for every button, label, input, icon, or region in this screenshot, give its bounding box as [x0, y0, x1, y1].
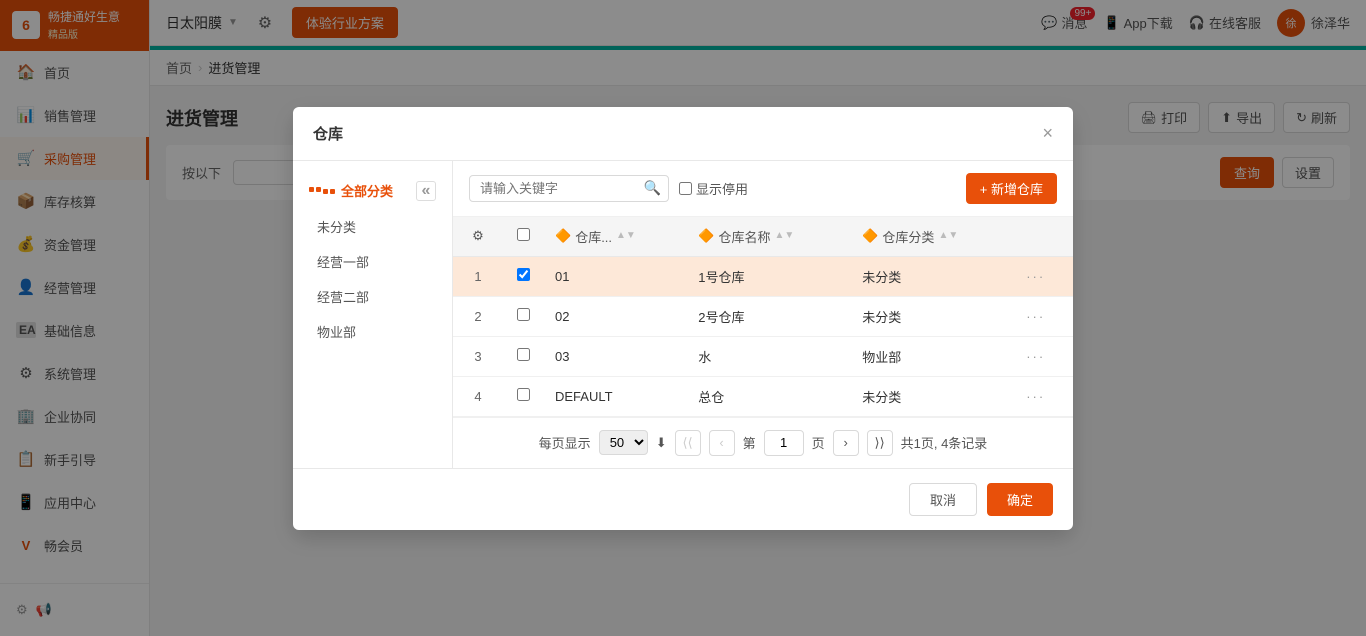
sort-arrows[interactable]: ▲▼ — [616, 232, 636, 240]
sort-arrows3[interactable]: ▲▼ — [938, 232, 958, 240]
row-actions[interactable]: ··· — [1014, 376, 1073, 416]
first-page-btn[interactable]: ⟨⟨ — [675, 430, 701, 456]
show-disabled-checkbox[interactable] — [679, 182, 692, 195]
last-page-btn[interactable]: ⟩⟩ — [867, 430, 893, 456]
sort-icon2: 🔶 — [698, 228, 714, 244]
row-category: 未分类 — [850, 376, 1014, 416]
row-code: DEFAULT — [543, 376, 686, 416]
table-row[interactable]: 4 DEFAULT 总仓 未分类 ··· — [453, 376, 1073, 416]
cancel-btn[interactable]: 取消 — [909, 483, 977, 516]
modal-title: 仓库 — [313, 123, 343, 144]
row-actions[interactable]: ··· — [1014, 256, 1073, 296]
modal-overlay[interactable]: 仓库 × 全部分类 « 未分类 经营一部 经营二部 物业部 — [0, 0, 1366, 636]
table-header-row: ⚙ 🔶 仓库... ▲▼ — [453, 217, 1073, 257]
pagination: 每页显示 50 ⬇ ⟨⟨ ‹ 第 页 › ⟩⟩ 共1页, 4条记录 — [453, 417, 1073, 468]
all-categories-btn[interactable]: 全部分类 « — [293, 173, 452, 209]
page-prefix: 第 — [743, 433, 756, 452]
confirm-btn[interactable]: 确定 — [987, 483, 1053, 516]
sort-arrows2[interactable]: ▲▼ — [774, 232, 794, 240]
row-category: 物业部 — [850, 336, 1014, 376]
row-code: 01 — [543, 256, 686, 296]
add-warehouse-btn[interactable]: + 新增仓库 — [966, 173, 1057, 204]
table-row[interactable]: 1 01 1号仓库 未分类 ··· — [453, 256, 1073, 296]
all-categories-label: 全部分类 — [341, 181, 393, 200]
category-item-uncategorized[interactable]: 未分类 — [293, 209, 452, 244]
row-name: 总仓 — [686, 376, 850, 416]
row-code: 02 — [543, 296, 686, 336]
page-number-input[interactable] — [764, 430, 804, 456]
collapse-btn[interactable]: « — [416, 181, 436, 201]
search-wrap: 🔍 — [469, 175, 669, 202]
row-name: 2号仓库 — [686, 296, 850, 336]
select-all-checkbox[interactable] — [517, 228, 530, 241]
modal-close-btn[interactable]: × — [1042, 124, 1053, 142]
row-number: 2 — [453, 296, 503, 336]
next-page-btn[interactable]: › — [833, 430, 859, 456]
category-item-ops1[interactable]: 经营一部 — [293, 244, 452, 279]
table-row[interactable]: 2 02 2号仓库 未分类 ··· — [453, 296, 1073, 336]
category-panel: 全部分类 « 未分类 经营一部 经营二部 物业部 — [293, 161, 453, 468]
row-name: 水 — [686, 336, 850, 376]
row-checkbox[interactable] — [517, 308, 530, 321]
warehouse-table: ⚙ 🔶 仓库... ▲▼ — [453, 217, 1073, 417]
search-icon[interactable]: 🔍 — [644, 180, 661, 197]
category-item-property[interactable]: 物业部 — [293, 314, 452, 349]
modal-header: 仓库 × — [293, 107, 1073, 161]
col-name: 🔶 仓库名称 ▲▼ — [686, 217, 850, 257]
row-category: 未分类 — [850, 256, 1014, 296]
category-item-ops2[interactable]: 经营二部 — [293, 279, 452, 314]
table-row[interactable]: 3 03 水 物业部 ··· — [453, 336, 1073, 376]
sort-icon-text: ⬇ — [656, 435, 667, 451]
gear-icon[interactable]: ⚙ — [472, 228, 484, 243]
modal-body: 全部分类 « 未分类 经营一部 经营二部 物业部 🔍 — [293, 161, 1073, 468]
grid-icon — [309, 187, 335, 194]
col-actions-header — [1014, 217, 1073, 257]
row-checkbox-cell[interactable] — [503, 256, 543, 296]
col-category: 🔶 仓库分类 ▲▼ — [850, 217, 1014, 257]
prev-page-btn[interactable]: ‹ — [709, 430, 735, 456]
row-more-actions[interactable]: ··· — [1026, 269, 1045, 284]
row-actions[interactable]: ··· — [1014, 336, 1073, 376]
col-checkbox — [503, 217, 543, 257]
row-more-actions[interactable]: ··· — [1026, 349, 1045, 364]
sort-icon: 🔶 — [555, 228, 571, 244]
show-disabled-toggle[interactable]: 显示停用 — [679, 179, 748, 198]
row-more-actions[interactable]: ··· — [1026, 309, 1045, 324]
row-checkbox-cell[interactable] — [503, 296, 543, 336]
per-page-select[interactable]: 50 — [599, 430, 648, 455]
col-code: 🔶 仓库... ▲▼ — [543, 217, 686, 257]
row-checkbox[interactable] — [517, 388, 530, 401]
row-checkbox[interactable] — [517, 268, 530, 281]
right-panel: 🔍 显示停用 + 新增仓库 ⚙ — [453, 161, 1073, 468]
sort-icon3: 🔶 — [862, 228, 878, 244]
modal-footer: 取消 确定 — [293, 468, 1073, 530]
page-suffix: 页 — [812, 433, 825, 452]
row-checkbox[interactable] — [517, 348, 530, 361]
warehouse-table-wrap: ⚙ 🔶 仓库... ▲▼ — [453, 217, 1073, 417]
row-actions[interactable]: ··· — [1014, 296, 1073, 336]
col-gear: ⚙ — [453, 217, 503, 257]
row-number: 3 — [453, 336, 503, 376]
total-info: 共1页, 4条记录 — [901, 433, 988, 452]
row-number: 4 — [453, 376, 503, 416]
warehouse-search-input[interactable] — [469, 175, 669, 202]
show-disabled-label: 显示停用 — [696, 179, 748, 198]
per-page-label: 每页显示 — [539, 433, 591, 452]
warehouse-modal: 仓库 × 全部分类 « 未分类 经营一部 经营二部 物业部 — [293, 107, 1073, 530]
row-more-actions[interactable]: ··· — [1026, 389, 1045, 404]
row-number: 1 — [453, 256, 503, 296]
table-toolbar: 🔍 显示停用 + 新增仓库 — [453, 161, 1073, 217]
row-checkbox-cell[interactable] — [503, 336, 543, 376]
row-category: 未分类 — [850, 296, 1014, 336]
row-code: 03 — [543, 336, 686, 376]
row-checkbox-cell[interactable] — [503, 376, 543, 416]
row-name: 1号仓库 — [686, 256, 850, 296]
table-body: 1 01 1号仓库 未分类 ··· 2 02 2号仓库 未分类 ··· 3 03… — [453, 256, 1073, 416]
